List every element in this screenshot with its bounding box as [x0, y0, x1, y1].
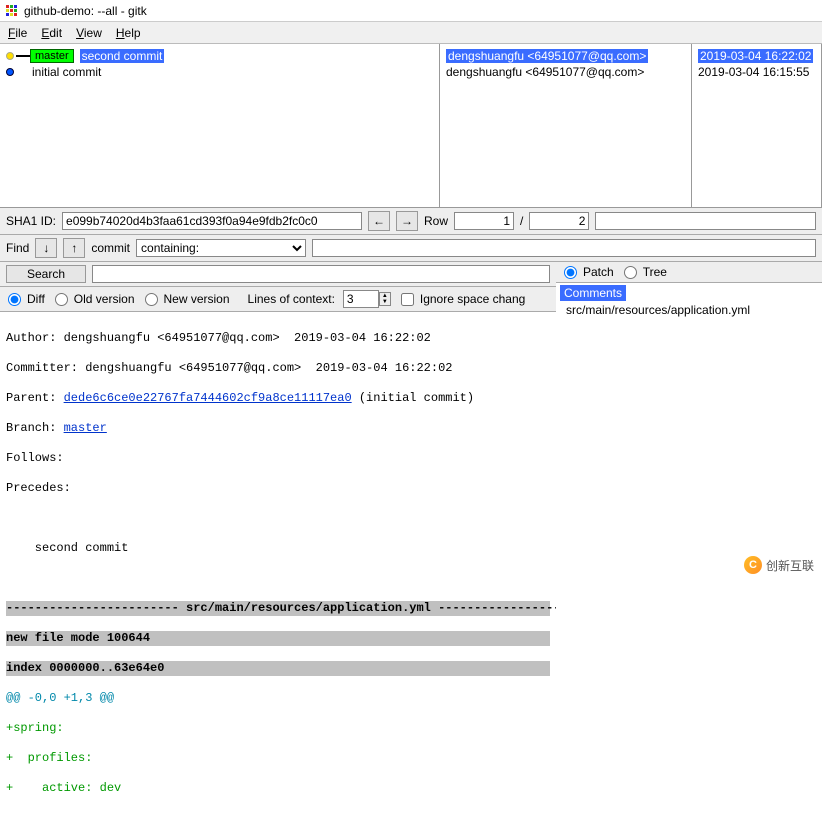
find-label: Find [6, 241, 29, 255]
diff-parent-line: Parent: dede6c6ce0e22767fa7444602cf9a8ce… [6, 391, 550, 406]
radio-tree[interactable]: Tree [622, 265, 667, 279]
commit-author: dengshuangfu <64951077@qq.com> [446, 49, 648, 63]
diff-commit-msg: second commit [6, 541, 550, 556]
parent-sha-link[interactable]: dede6c6ce0e22767fa7444602cf9a8ce11117ea0 [64, 391, 352, 405]
titlebar: github-demo: --all - gitk [0, 0, 822, 22]
radio-old-version[interactable]: Old version [53, 292, 135, 306]
date-pane[interactable]: 2019-03-04 16:22:02 2019-03-04 16:15:55 [692, 44, 822, 207]
lines-context-input[interactable] [343, 290, 379, 308]
diff-added-line: + active: dev [6, 781, 550, 796]
diff-committer-line: Committer: dengshuangfu <64951077@qq.com… [6, 361, 550, 376]
sha-toolbar: SHA1 ID: ← → Row / [0, 208, 822, 235]
lines-context-label: Lines of context: [248, 292, 335, 306]
history-panes: master second commit initial commit deng… [0, 44, 822, 208]
commit-graph-pane[interactable]: master second commit initial commit [0, 44, 440, 207]
commit-date: 2019-03-04 16:22:02 [698, 49, 813, 63]
file-list-item[interactable]: src/main/resources/application.yml [560, 301, 818, 319]
watermark: C 创新互联 [744, 556, 814, 574]
search-toolbar: Search [0, 262, 556, 287]
row-total-input[interactable] [529, 212, 589, 230]
radio-diff[interactable]: Diff [6, 292, 45, 306]
find-prev-button[interactable]: ↑ [63, 238, 85, 258]
search-button[interactable]: Search [6, 265, 86, 283]
spinner-down-icon[interactable]: ▼ [380, 299, 390, 305]
diff-file-separator: ------------------------ src/main/resour… [6, 601, 550, 616]
graph-line [16, 55, 30, 57]
find-match-select[interactable]: containing: [136, 239, 306, 257]
menu-help[interactable]: Help [116, 26, 141, 40]
diff-follows: Follows: [6, 451, 550, 466]
menu-view[interactable]: View [76, 26, 102, 40]
lines-context-spinner[interactable]: ▲▼ [343, 290, 391, 308]
extra-field[interactable] [595, 212, 816, 230]
diff-hunk-header: @@ -0,0 +1,3 @@ [6, 691, 550, 706]
radio-new-version[interactable]: New version [143, 292, 230, 306]
file-pane: Patch Tree Comments src/main/resources/a… [556, 262, 822, 830]
watermark-icon: C [744, 556, 762, 574]
row-separator: / [520, 214, 523, 228]
branch-tag: master [30, 49, 74, 63]
commit-row[interactable]: initial commit [6, 64, 433, 80]
commit-author: dengshuangfu <64951077@qq.com> [446, 65, 644, 79]
commit-date: 2019-03-04 16:15:55 [698, 65, 809, 79]
diff-author-line: Author: dengshuangfu <64951077@qq.com> 2… [6, 331, 550, 346]
radio-patch[interactable]: Patch [562, 265, 614, 279]
row-label: Row [424, 214, 448, 228]
diff-view[interactable]: Author: dengshuangfu <64951077@qq.com> 2… [0, 312, 556, 830]
window-title: github-demo: --all - gitk [24, 4, 147, 18]
menu-file[interactable]: File [8, 26, 27, 40]
branch-link[interactable]: master [64, 421, 107, 435]
ignore-space-checkbox[interactable]: Ignore space chang [399, 292, 525, 306]
commit-dot-icon [6, 68, 14, 76]
diff-added-line: + profiles: [6, 751, 550, 766]
commit-dot-icon [6, 52, 14, 60]
gitk-app-icon [6, 5, 18, 17]
find-toolbar: Find ↓ ↑ commit containing: [0, 235, 822, 262]
forward-button[interactable]: → [396, 211, 418, 231]
diff-options-row: Diff Old version New version Lines of co… [0, 287, 556, 312]
diff-index-line: index 0000000..63e64e0 [6, 661, 550, 676]
commit-message: initial commit [32, 65, 101, 79]
watermark-text: 创新互联 [766, 557, 814, 574]
find-query-input[interactable] [312, 239, 816, 257]
file-list-container: Comments src/main/resources/application.… [556, 283, 822, 321]
sha-label: SHA1 ID: [6, 214, 56, 228]
search-input[interactable] [92, 265, 550, 283]
commit-message: second commit [80, 49, 165, 63]
file-view-options: Patch Tree [556, 262, 822, 283]
menu-edit[interactable]: Edit [41, 26, 62, 40]
find-mode-label: commit [91, 241, 130, 255]
sha-input[interactable] [62, 212, 362, 230]
comments-header[interactable]: Comments [560, 285, 626, 301]
row-current-input[interactable] [454, 212, 514, 230]
menubar: File Edit View Help [0, 22, 822, 44]
diff-branch-line: Branch: master [6, 421, 550, 436]
diff-added-line: +spring: [6, 721, 550, 736]
diff-precedes: Precedes: [6, 481, 550, 496]
find-next-button[interactable]: ↓ [35, 238, 57, 258]
back-button[interactable]: ← [368, 211, 390, 231]
diff-file-mode: new file mode 100644 [6, 631, 550, 646]
commit-row[interactable]: master second commit [6, 48, 433, 64]
author-pane[interactable]: dengshuangfu <64951077@qq.com> dengshuan… [440, 44, 692, 207]
